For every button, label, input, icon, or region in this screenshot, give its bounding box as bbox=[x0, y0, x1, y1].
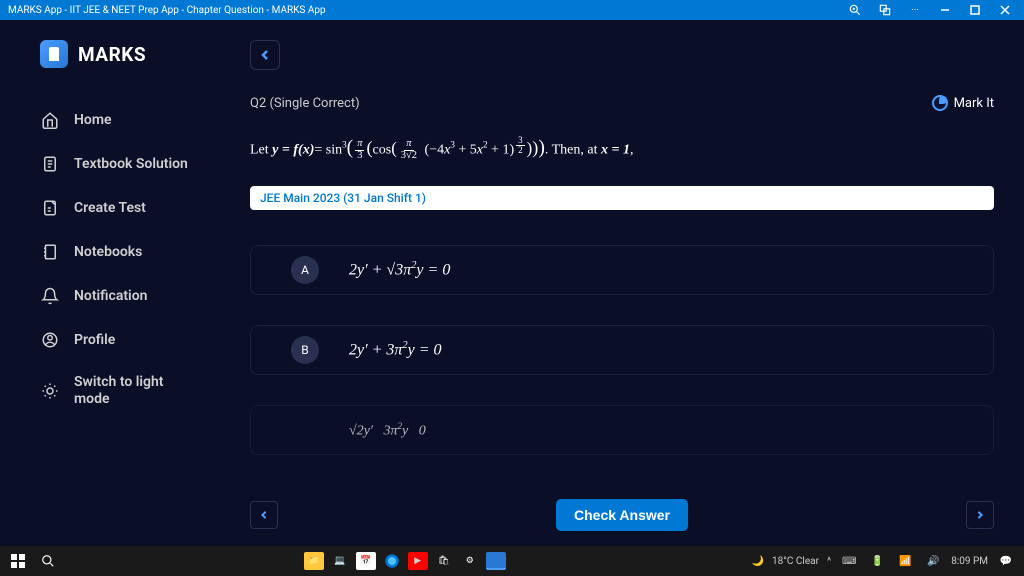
chevron-up-icon[interactable]: ^ bbox=[827, 556, 831, 567]
sun-icon bbox=[40, 381, 60, 401]
options-list: A 2y′ + √3π2y = 0 B 2y′ + 3π2y = 0 √2y′ … bbox=[250, 245, 994, 455]
sidebar-item-profile[interactable]: Profile bbox=[40, 318, 230, 362]
notifications-taskbar-icon[interactable]: 💬 bbox=[996, 551, 1016, 571]
sidebar-item-create-test[interactable]: Create Test bbox=[40, 186, 230, 230]
option-a[interactable]: A 2y′ + √3π2y = 0 bbox=[250, 245, 994, 295]
question-title: Q2 (Single Correct) bbox=[250, 96, 360, 111]
profile-icon bbox=[40, 330, 60, 350]
taskbar-app-youtube[interactable]: ▶ bbox=[408, 552, 428, 570]
sidebar: MARKS Home Textbook Solution Create Test… bbox=[0, 20, 230, 546]
sidebar-item-label: Textbook Solution bbox=[74, 156, 188, 173]
mark-it-button[interactable]: Mark It bbox=[932, 95, 994, 111]
mark-it-label: Mark It bbox=[954, 96, 994, 111]
check-answer-button[interactable]: Check Answer bbox=[556, 499, 688, 531]
taskbar-app-3[interactable]: 📅 bbox=[356, 552, 376, 570]
textbook-icon bbox=[40, 154, 60, 174]
sidebar-item-home[interactable]: Home bbox=[40, 98, 230, 142]
start-icon[interactable] bbox=[8, 551, 28, 571]
logo[interactable]: MARKS bbox=[40, 40, 230, 68]
zoom-icon[interactable] bbox=[848, 3, 862, 17]
weather-text[interactable]: 18°C Clear bbox=[772, 556, 819, 567]
next-button[interactable] bbox=[966, 501, 994, 529]
taskbar-app-store[interactable]: 🛍 bbox=[434, 552, 454, 570]
taskbar-app-2[interactable]: 💻 bbox=[330, 552, 350, 570]
volume-icon[interactable]: 🔊 bbox=[923, 551, 943, 571]
exam-tag: JEE Main 2023 (31 Jan Shift 1) bbox=[250, 186, 994, 210]
window-controls: ··· bbox=[848, 3, 1024, 17]
option-letter: A bbox=[291, 256, 319, 284]
question-text: Let y = f(x)= sin3⁠(π3(cos(π3√2 (−4x3 + … bbox=[250, 136, 994, 161]
content-area: Q2 (Single Correct) Mark It Let y = f(x)… bbox=[230, 20, 1024, 546]
notebooks-icon bbox=[40, 242, 60, 262]
battery-icon[interactable]: 🔋 bbox=[867, 551, 887, 571]
sidebar-item-label: Notebooks bbox=[74, 244, 142, 261]
logo-text: MARKS bbox=[78, 43, 146, 66]
sidebar-item-theme[interactable]: Switch to light mode bbox=[40, 362, 230, 420]
option-letter: B bbox=[291, 336, 319, 364]
taskbar-app-edge[interactable] bbox=[382, 552, 402, 570]
minimize-icon[interactable] bbox=[938, 3, 952, 17]
screen-icon[interactable] bbox=[878, 3, 892, 17]
more-icon[interactable]: ··· bbox=[908, 3, 922, 17]
close-icon[interactable] bbox=[998, 3, 1012, 17]
notification-icon bbox=[40, 286, 60, 306]
sidebar-item-label: Switch to light mode bbox=[74, 374, 194, 408]
sidebar-item-notification[interactable]: Notification bbox=[40, 274, 230, 318]
option-b[interactable]: B 2y′ + 3π2y = 0 bbox=[250, 325, 994, 375]
sidebar-item-notebooks[interactable]: Notebooks bbox=[40, 230, 230, 274]
sidebar-item-label: Profile bbox=[74, 332, 115, 349]
home-icon bbox=[40, 110, 60, 130]
window-title: MARKS App - IIT JEE & NEET Prep App - Ch… bbox=[8, 5, 326, 16]
sidebar-item-label: Notification bbox=[74, 288, 147, 305]
option-c[interactable]: √2y′ 3π2y 0 bbox=[250, 405, 994, 455]
bottom-bar: Check Answer bbox=[250, 488, 994, 546]
search-taskbar-icon[interactable] bbox=[38, 551, 58, 571]
prev-button[interactable] bbox=[250, 501, 278, 529]
question-header: Q2 (Single Correct) Mark It bbox=[250, 95, 994, 111]
taskbar: 📁 💻 📅 ▶ 🛍 ⚙ 🌙 18°C Clear ^ ⌨ 🔋 📶 🔊 8:09 … bbox=[0, 546, 1024, 576]
option-c-math: √2y′ 3π2y 0 bbox=[349, 421, 426, 440]
option-b-math: 2y′ + 3π2y = 0 bbox=[349, 340, 442, 359]
taskbar-app-marks[interactable] bbox=[486, 552, 506, 570]
mark-it-icon bbox=[932, 95, 948, 111]
time-text[interactable]: 8:09 PM bbox=[951, 556, 988, 567]
taskbar-app-files[interactable]: 📁 bbox=[304, 552, 324, 570]
create-test-icon bbox=[40, 198, 60, 218]
weather-icon[interactable]: 🌙 bbox=[752, 556, 764, 567]
logo-icon bbox=[40, 40, 68, 68]
taskbar-app-settings[interactable]: ⚙ bbox=[460, 552, 480, 570]
option-a-math: 2y′ + √3π2y = 0 bbox=[349, 260, 450, 279]
maximize-icon[interactable] bbox=[968, 3, 982, 17]
sidebar-item-textbook[interactable]: Textbook Solution bbox=[40, 142, 230, 186]
sidebar-item-label: Create Test bbox=[74, 200, 146, 217]
wifi-icon[interactable]: 📶 bbox=[895, 551, 915, 571]
back-button[interactable] bbox=[250, 40, 280, 70]
window-titlebar: MARKS App - IIT JEE & NEET Prep App - Ch… bbox=[0, 0, 1024, 20]
sidebar-item-label: Home bbox=[74, 112, 112, 129]
keyboard-icon[interactable]: ⌨ bbox=[839, 551, 859, 571]
